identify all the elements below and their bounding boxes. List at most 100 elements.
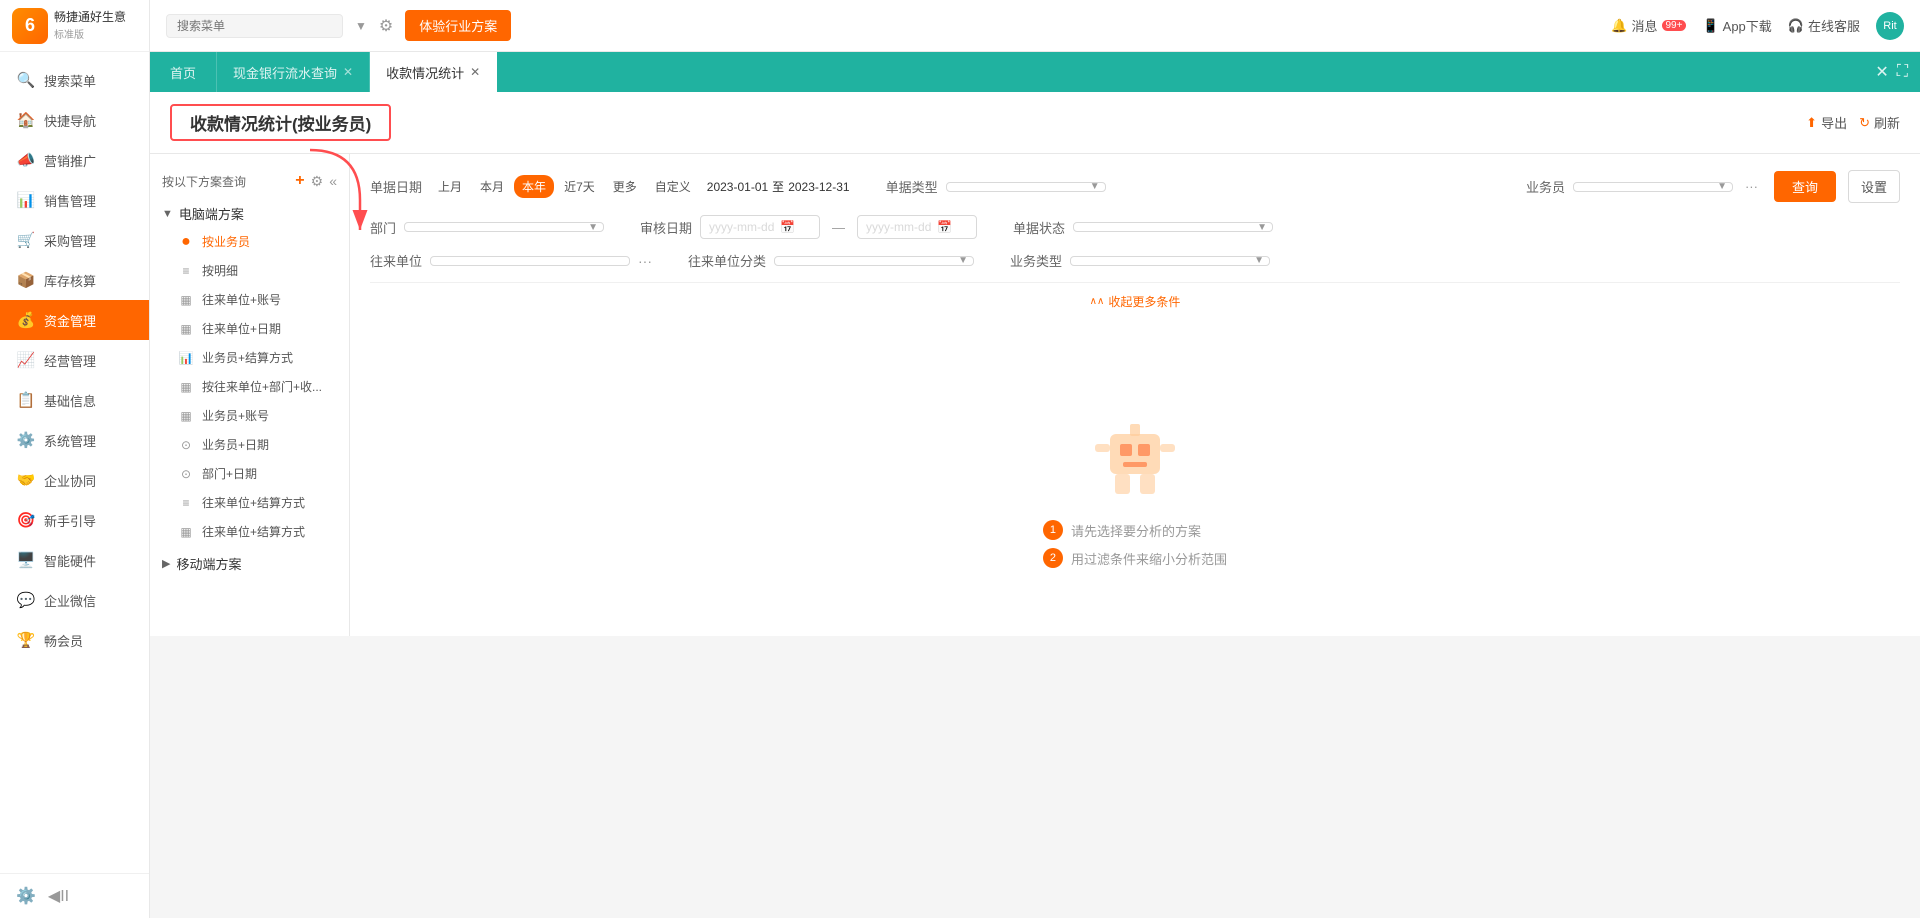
topbar-gear-icon[interactable]: ⚙: [379, 16, 393, 36]
collapse-footer-icon[interactable]: ◀II: [48, 886, 69, 906]
scheme-item-by-salesman[interactable]: ● 按业务员: [150, 227, 349, 256]
query-button[interactable]: 查询: [1774, 171, 1836, 202]
date-tab-custom[interactable]: 自定义: [647, 175, 699, 198]
dept-select[interactable]: [404, 222, 604, 232]
export-icon: ⬆: [1806, 115, 1817, 131]
sidebar-item-marketing[interactable]: 📣 营销推广: [0, 140, 149, 180]
counterpart-dots-icon[interactable]: ···: [638, 253, 652, 269]
tab-bank-flow[interactable]: 现金银行流水查询 ✕: [217, 52, 370, 92]
logo-text-area: 畅捷通好生意 标准版: [54, 10, 126, 41]
sidebar-item-member[interactable]: 🏆 畅会员: [0, 620, 149, 660]
salesman-select[interactable]: [1573, 182, 1733, 192]
enterprise-icon: 🤝: [16, 470, 36, 490]
sidebar-item-wechat[interactable]: 💬 企业微信: [0, 580, 149, 620]
biz-type-label: 业务类型: [1010, 251, 1062, 270]
tab-maximize-icon[interactable]: ⛶: [1897, 63, 1908, 81]
tab-minimize-icon[interactable]: ✕: [1875, 62, 1888, 82]
scheme-item-label: 往来单位+结算方式: [202, 523, 305, 540]
scheme-item-salesman-date[interactable]: ⊙ 业务员+日期: [150, 430, 349, 459]
purchase-icon: 🛒: [16, 230, 36, 250]
mobile-scheme-header[interactable]: ▶ 移动端方案: [150, 550, 349, 577]
search-input[interactable]: [166, 14, 343, 38]
trial-button[interactable]: 体验行业方案: [405, 10, 511, 41]
scheme-item-salesman-settlement[interactable]: 📊 业务员+结算方式: [150, 343, 349, 372]
date-tab-more[interactable]: 更多: [605, 175, 645, 198]
counterpart-input[interactable]: [430, 256, 630, 266]
sidebar-item-hardware[interactable]: 🖥️ 智能硬件: [0, 540, 149, 580]
scheme-icon: ▦: [178, 408, 194, 424]
add-scheme-icon[interactable]: +: [295, 172, 304, 190]
review-date-to-placeholder: yyyy-mm-dd: [866, 220, 931, 234]
topbar-dropdown-arrow[interactable]: ▼: [355, 19, 367, 33]
sidebar-item-system[interactable]: ⚙️ 系统管理: [0, 420, 149, 460]
scheme-item-dept-date[interactable]: ⊙ 部门+日期: [150, 459, 349, 488]
online-service-group[interactable]: 🎧 在线客服: [1788, 16, 1860, 35]
date-tab-this-year[interactable]: 本年: [514, 175, 554, 198]
basic-icon: 📋: [16, 390, 36, 410]
counterpart-cat-label: 往来单位分类: [688, 251, 766, 270]
user-avatar-group[interactable]: Rit: [1876, 12, 1904, 40]
scheme-icon: ▦: [178, 292, 194, 308]
scheme-item-salesman-account[interactable]: ▦ 业务员+账号: [150, 401, 349, 430]
refresh-icon: ↻: [1859, 115, 1870, 131]
scheme-item-by-detail[interactable]: ≡ 按明细: [150, 256, 349, 285]
sidebar-item-sales[interactable]: 📊 销售管理: [0, 180, 149, 220]
sidebar-item-finance[interactable]: 💰 资金管理: [0, 300, 149, 340]
scheme-collapse-icon[interactable]: «: [329, 173, 337, 189]
app-download-group[interactable]: 📱 App下载: [1702, 16, 1771, 35]
counterpart-cat-select[interactable]: [774, 256, 974, 266]
tab-collection-stats[interactable]: 收款情况统计 ✕: [370, 52, 497, 92]
export-button[interactable]: ⬆ 导出: [1806, 113, 1847, 132]
scheme-item-counterpart-date[interactable]: ▦ 往来单位+日期: [150, 314, 349, 343]
finance-icon: 💰: [16, 310, 36, 330]
settings-button[interactable]: 设置: [1848, 170, 1900, 203]
sidebar-item-purchase[interactable]: 🛒 采购管理: [0, 220, 149, 260]
scheme-item-counterpart-settlement2[interactable]: ▦ 往来单位+结算方式: [150, 517, 349, 546]
tab-home[interactable]: 首页: [150, 52, 217, 92]
scheme-item-label: 往来单位+日期: [202, 320, 281, 337]
settings-footer-icon[interactable]: ⚙️: [16, 886, 36, 906]
date-tab-this-month[interactable]: 本月: [472, 175, 512, 198]
refresh-button[interactable]: ↻ 刷新: [1859, 113, 1900, 132]
scheme-icon: ▦: [178, 379, 194, 395]
tab-collection-close-icon[interactable]: ✕: [470, 65, 480, 79]
logo-area: 6 畅捷通好生意 标准版: [0, 0, 149, 52]
collapse-bar[interactable]: ∧∧ 收起更多条件: [370, 282, 1900, 320]
guide-icon: 🎯: [16, 510, 36, 530]
sidebar-item-basic[interactable]: 📋 基础信息: [0, 380, 149, 420]
empty-step-1: 1 请先选择要分析的方案: [1043, 520, 1227, 540]
scheme-item-label: 业务员+结算方式: [202, 349, 293, 366]
counterpart-cat-select-wrap: ▼: [774, 256, 974, 266]
biz-type-select[interactable]: [1070, 256, 1270, 266]
export-label: 导出: [1821, 113, 1847, 132]
salesman-more-icon[interactable]: ···: [1745, 179, 1758, 194]
main-area: ▼ ⚙ 体验行业方案 🔔 消息 99+ 📱 App下载 🎧 在线客服 Rit: [150, 0, 1920, 918]
tab-bank-close-icon[interactable]: ✕: [343, 65, 353, 79]
review-date-dash: —: [832, 220, 845, 235]
date-tab-last-month[interactable]: 上月: [430, 175, 470, 198]
scheme-item-counterpart-dept[interactable]: ▦ 按往来单位+部门+收...: [150, 372, 349, 401]
left-panel-header: 按以下方案查询 + ⚙ «: [150, 166, 349, 200]
sidebar-item-enterprise[interactable]: 🤝 企业协同: [0, 460, 149, 500]
step-2-num: 2: [1043, 548, 1063, 568]
voucher-status-select[interactable]: [1073, 222, 1273, 232]
review-date-from-input[interactable]: yyyy-mm-dd 📅: [700, 215, 820, 239]
voucher-status-select-wrap: ▼: [1073, 222, 1273, 232]
empty-state-area: 1 请先选择要分析的方案 2 用过滤条件来缩小分析范围: [350, 336, 1920, 636]
sidebar-item-operations[interactable]: 📈 经营管理: [0, 340, 149, 380]
notifications-group[interactable]: 🔔 消息 99+: [1611, 16, 1686, 35]
review-date-to-input[interactable]: yyyy-mm-dd 📅: [857, 215, 977, 239]
page-content: 收款情况统计(按业务员) ⬆ 导出 ↻ 刷新 按以下方案查询: [150, 92, 1920, 918]
sidebar-item-quick-nav[interactable]: 🏠 快捷导航: [0, 100, 149, 140]
scheme-item-counterpart-settlement1[interactable]: ≡ 往来单位+结算方式: [150, 488, 349, 517]
sidebar-item-search-menu[interactable]: 🔍 搜索菜单: [0, 60, 149, 100]
scheme-item-counterpart-account[interactable]: ▦ 往来单位+账号: [150, 285, 349, 314]
sidebar-item-inventory[interactable]: 📦 库存核算: [0, 260, 149, 300]
voucher-type-select[interactable]: [946, 182, 1106, 192]
date-tab-7days[interactable]: 近7天: [556, 175, 603, 198]
desktop-scheme-header[interactable]: ▼ 电脑端方案: [150, 200, 349, 227]
calendar-icon-from: 📅: [780, 220, 795, 234]
sidebar-item-guide[interactable]: 🎯 新手引导: [0, 500, 149, 540]
step-1-label: 请先选择要分析的方案: [1071, 521, 1201, 540]
scheme-settings-icon[interactable]: ⚙: [311, 173, 324, 190]
